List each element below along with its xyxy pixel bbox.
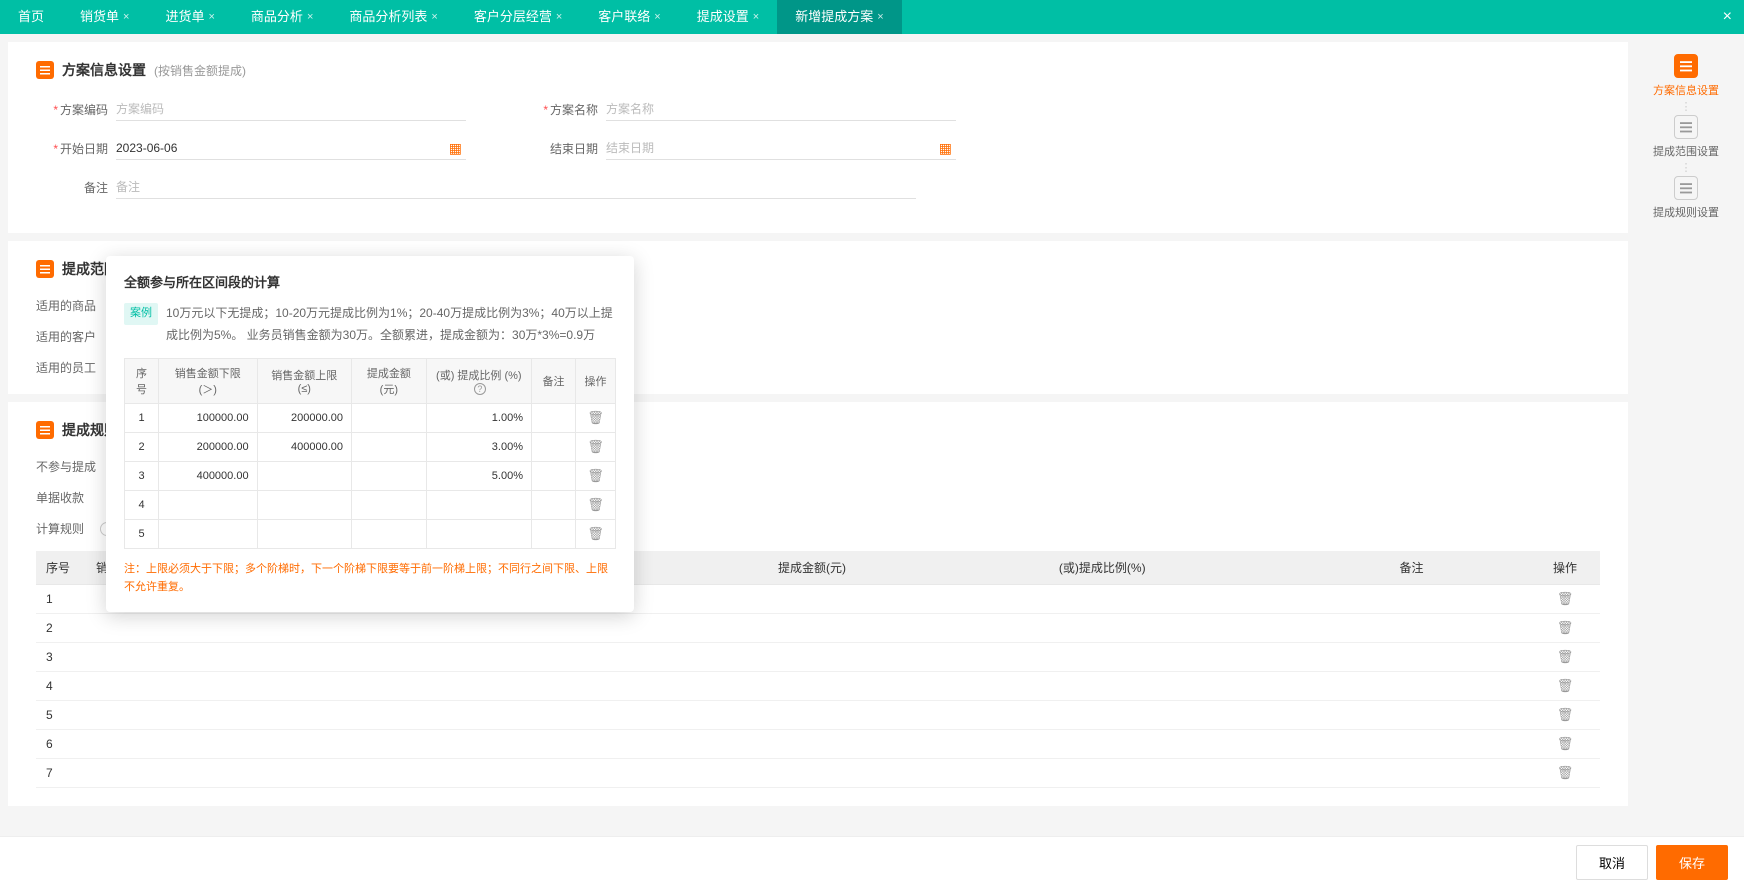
example-table-row: 4🗑 — [125, 491, 616, 520]
trash-icon[interactable]: 🗑 — [587, 497, 604, 512]
trash-icon[interactable]: 🗑 — [1557, 736, 1574, 751]
th-op: 操作 — [576, 359, 616, 404]
th-lower: 销售金额下限 (＞) — [159, 359, 258, 404]
close-icon[interactable]: × — [123, 0, 129, 34]
th-remark: 备注 — [1389, 551, 1530, 585]
label-applicable-staff: 适用的员工 — [36, 359, 96, 376]
close-icon[interactable]: × — [307, 0, 313, 34]
tab-commission-settings[interactable]: 提成设置× — [679, 0, 777, 34]
example-tag: 案例 — [124, 303, 158, 325]
calendar-icon[interactable]: ▦ — [449, 140, 462, 157]
label-plan-name: *方案名称 — [526, 101, 606, 118]
trash-icon[interactable]: 🗑 — [1557, 649, 1574, 664]
close-all-icon[interactable]: × — [1723, 8, 1732, 26]
plan-name-input[interactable] — [606, 98, 956, 121]
list-icon — [36, 260, 54, 278]
tab-customer-tier[interactable]: 客户分层经营× — [456, 0, 580, 34]
close-icon[interactable]: × — [208, 0, 214, 34]
label-applicable-products: 适用的商品 — [36, 297, 96, 314]
nav-step-info[interactable]: 方案信息设置 — [1636, 54, 1736, 98]
nav-step-scope[interactable]: 提成范围设置 — [1636, 115, 1736, 159]
tier-table-row[interactable]: 7🗑 — [36, 759, 1600, 788]
th-amount: 提成金额(元) — [768, 551, 1049, 585]
th-remark: 备注 — [532, 359, 576, 404]
trash-icon[interactable]: 🗑 — [1557, 765, 1574, 780]
question-icon[interactable]: ? — [474, 383, 486, 395]
trash-icon[interactable]: 🗑 — [587, 468, 604, 483]
tab-product-analysis-list[interactable]: 商品分析列表× — [331, 0, 455, 34]
footer-bar: 取消 保存 — [0, 836, 1744, 888]
example-table: 序号 销售金额下限 (＞) 销售金额上限 (≤) 提成金额 (元) (或) 提成… — [124, 358, 616, 549]
example-table-row: 5🗑 — [125, 520, 616, 549]
tier-table-row[interactable]: 3🗑 — [36, 643, 1600, 672]
cancel-button[interactable]: 取消 — [1576, 845, 1648, 880]
step-nav: 方案信息设置 ⋮ 提成范围设置 ⋮ 提成规则设置 — [1636, 42, 1736, 814]
label-end-date: 结束日期 — [526, 140, 606, 157]
list-icon — [36, 61, 54, 79]
tab-bar: 首页 销货单× 进货单× 商品分析× 商品分析列表× 客户分层经营× 客户联络×… — [0, 0, 1744, 34]
panel-plan-info: 方案信息设置 (按销售金额提成) *方案编码 *方案名称 *开始日期 ▦ — [8, 42, 1628, 233]
label-no-commission: 不参与提成 — [36, 458, 96, 475]
trash-icon[interactable]: 🗑 — [587, 410, 604, 425]
close-icon[interactable]: × — [556, 0, 562, 34]
trash-icon[interactable]: 🗑 — [587, 526, 604, 541]
close-icon[interactable]: × — [877, 0, 883, 34]
save-button[interactable]: 保存 — [1656, 845, 1728, 880]
start-date-input[interactable] — [116, 137, 466, 160]
connector: ⋮ — [1681, 161, 1692, 174]
tier-table-row[interactable]: 5🗑 — [36, 701, 1600, 730]
nav-step-rules[interactable]: 提成规则设置 — [1636, 176, 1736, 220]
tab-customer-contact[interactable]: 客户联络× — [580, 0, 678, 34]
label-plan-code: *方案编码 — [36, 101, 116, 118]
tier-table-row[interactable]: 2🗑 — [36, 614, 1600, 643]
tab-purchase[interactable]: 进货单× — [147, 0, 232, 34]
trash-icon[interactable]: 🗑 — [1557, 707, 1574, 722]
th-upper: 销售金额上限 (≤) — [257, 359, 351, 404]
end-date-input[interactable] — [606, 137, 956, 160]
tab-product-analysis[interactable]: 商品分析× — [233, 0, 331, 34]
list-icon — [1674, 54, 1698, 78]
popover-note: 注：上限必须大于下限；多个阶梯时，下一个阶梯下限要等于前一阶梯上限；不同行之间下… — [124, 561, 616, 596]
th-seq: 序号 — [36, 551, 86, 585]
tier-table-row[interactable]: 4🗑 — [36, 672, 1600, 701]
trash-icon[interactable]: 🗑 — [1557, 620, 1574, 635]
calendar-icon[interactable]: ▦ — [939, 140, 952, 157]
th-op: 操作 — [1530, 551, 1600, 585]
label-remark: 备注 — [36, 179, 116, 196]
close-icon[interactable]: × — [431, 0, 437, 34]
panel-title: 方案信息设置 — [62, 60, 146, 80]
tab-new-commission-plan[interactable]: 新增提成方案× — [777, 0, 901, 34]
list-icon — [1674, 176, 1698, 200]
label-applicable-customers: 适用的客户 — [36, 328, 96, 345]
trash-icon[interactable]: 🗑 — [1557, 678, 1574, 693]
popover-title: 全额参与所在区间段的计算 — [124, 272, 616, 291]
example-table-row: 3400000.005.00%🗑 — [125, 462, 616, 491]
tab-home[interactable]: 首页 — [0, 0, 62, 34]
label-start-date: *开始日期 — [36, 140, 116, 157]
tier-table-row[interactable]: 6🗑 — [36, 730, 1600, 759]
trash-icon[interactable]: 🗑 — [1557, 591, 1574, 606]
th-amount: 提成金额 (元) — [352, 359, 427, 404]
th-ratio: (或) 提成比例 (%)? — [426, 359, 531, 404]
close-icon[interactable]: × — [654, 0, 660, 34]
label-receipt: 单据收款 — [36, 489, 84, 506]
close-icon[interactable]: × — [753, 0, 759, 34]
list-icon — [36, 421, 54, 439]
example-popover: 全额参与所在区间段的计算 案例 10万元以下无提成；10-20万元提成比例为1%… — [106, 256, 634, 612]
list-icon — [1674, 115, 1698, 139]
trash-icon[interactable]: 🗑 — [587, 439, 604, 454]
example-table-row: 1100000.00200000.001.00%🗑 — [125, 404, 616, 433]
plan-code-input[interactable] — [116, 98, 466, 121]
th-ratio: (或)提成比例(%) — [1049, 551, 1390, 585]
connector: ⋮ — [1681, 100, 1692, 113]
tab-sales[interactable]: 销货单× — [62, 0, 147, 34]
panel-subtitle: (按销售金额提成) — [154, 62, 246, 79]
example-text: 10万元以下无提成；10-20万元提成比例为1%；20-40万提成比例为3%；4… — [166, 303, 616, 346]
remark-input[interactable] — [116, 176, 916, 199]
label-calc-rule: 计算规则 — [36, 520, 84, 537]
example-table-row: 2200000.00400000.003.00%🗑 — [125, 433, 616, 462]
th-seq: 序号 — [125, 359, 159, 404]
